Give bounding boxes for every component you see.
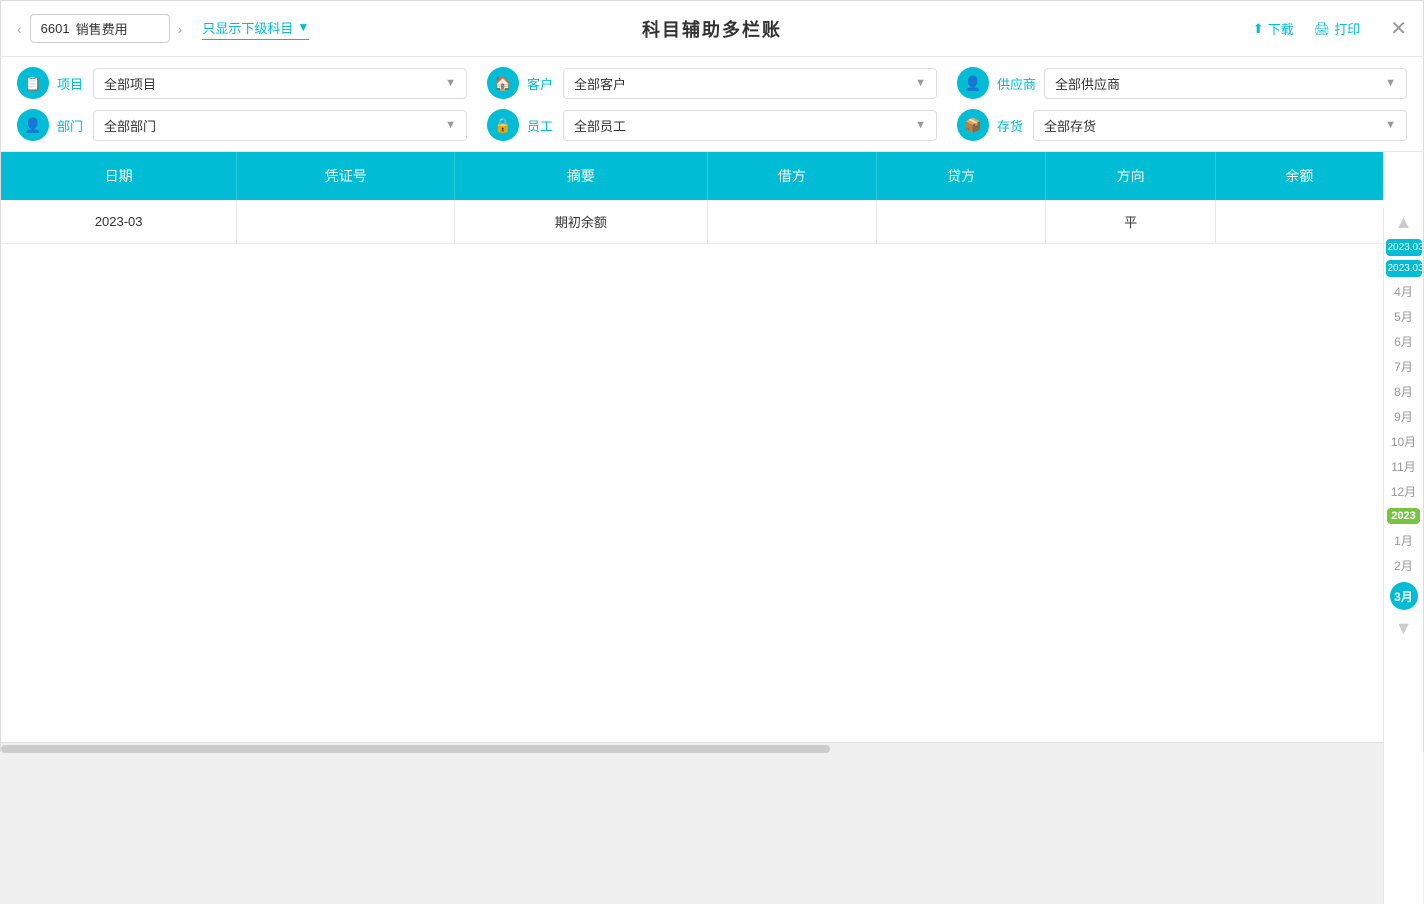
timeline-item-10[interactable]: 12月 xyxy=(1386,479,1422,504)
supplier-label: 供应商 xyxy=(997,74,1036,93)
show-sub-toggle[interactable]: 只显示下级科目 ▼ xyxy=(202,18,309,40)
department-label: 部门 xyxy=(57,116,85,135)
supplier-value: 全部供应商 xyxy=(1055,74,1120,93)
header-actions: ⬆ 下载 🖨 打印 ✕ xyxy=(1253,16,1407,41)
account-name: 销售费用 xyxy=(76,19,128,38)
customer-icon: 🏠 xyxy=(487,67,519,99)
timeline-item-1[interactable]: 2023.03 xyxy=(1386,260,1422,277)
filter-row-1: 📋 项目 全部项目 ▼ 🏠 客户 全部客户 ▼ 👤 供应商 xyxy=(17,67,1407,99)
timeline-up-arrow[interactable]: ▲ xyxy=(1395,208,1413,237)
inventory-select[interactable]: 全部存货 ▼ xyxy=(1033,110,1407,141)
print-label: 打印 xyxy=(1334,19,1360,38)
timeline-item-3[interactable]: 5月 xyxy=(1386,304,1422,329)
timeline-item-0[interactable]: 2023.03 xyxy=(1386,239,1422,256)
cell-direction: 平 xyxy=(1046,200,1215,244)
filter-item-inventory: 📦 存货 全部存货 ▼ xyxy=(957,109,1407,141)
timeline-item-13[interactable]: 2月 xyxy=(1386,553,1422,578)
department-value: 全部部门 xyxy=(104,116,156,135)
timeline-down-arrow[interactable]: ▼ xyxy=(1395,614,1413,643)
horizontal-scrollbar[interactable] xyxy=(1,742,1383,754)
cell-date: 2023-03 xyxy=(1,200,237,244)
filter-bar: 📋 项目 全部项目 ▼ 🏠 客户 全部客户 ▼ 👤 供应商 xyxy=(1,57,1423,152)
supplier-icon: 👤 xyxy=(957,67,989,99)
supplier-chevron-icon: ▼ xyxy=(1385,77,1396,89)
cell-balance xyxy=(1215,200,1383,244)
inventory-label: 存货 xyxy=(997,116,1025,135)
timeline-item-8[interactable]: 10月 xyxy=(1386,429,1422,454)
col-direction: 方向 xyxy=(1046,152,1215,200)
project-chevron-icon: ▼ xyxy=(445,77,456,89)
download-button[interactable]: ⬆ 下载 xyxy=(1253,19,1294,38)
filter-item-employee: 🔒 员工 全部员工 ▼ xyxy=(487,109,937,141)
timeline-sidebar: ▲ 2023.03 2023.03 4月5月6月7月8月9月10月11月12月 202… xyxy=(1383,208,1423,904)
timeline-item-7[interactable]: 9月 xyxy=(1386,404,1422,429)
page-title: 科目辅助多栏账 xyxy=(642,16,782,42)
timeline-item-14[interactable]: 3月 xyxy=(1390,582,1418,610)
department-select[interactable]: 全部部门 ▼ xyxy=(93,110,467,141)
project-select[interactable]: 全部项目 ▼ xyxy=(93,68,467,99)
project-label: 项目 xyxy=(57,74,85,93)
table-row: 2023-03 期初余额 平 xyxy=(1,200,1383,244)
cell-voucher xyxy=(237,200,455,244)
col-voucher: 凭证号 xyxy=(237,152,455,200)
cell-credit xyxy=(876,200,1045,244)
header: ‹ 6601 销售费用 › 只显示下级科目 ▼ 科目辅助多栏账 ⬆ 下载 🖨 打… xyxy=(1,1,1423,57)
employee-label: 员工 xyxy=(527,116,555,135)
next-account-arrow[interactable]: › xyxy=(178,21,183,37)
timeline-item-12[interactable]: 1月 xyxy=(1386,528,1422,553)
timeline-item-11[interactable]: 2023 xyxy=(1387,508,1419,524)
customer-chevron-icon: ▼ xyxy=(915,77,926,89)
download-label: 下载 xyxy=(1268,19,1294,38)
col-debit: 借方 xyxy=(707,152,876,200)
department-chevron-icon: ▼ xyxy=(445,119,456,131)
employee-icon: 🔒 xyxy=(487,109,519,141)
close-button[interactable]: ✕ xyxy=(1390,16,1407,41)
timeline-item-5[interactable]: 7月 xyxy=(1386,354,1422,379)
col-balance: 余额 xyxy=(1215,152,1383,200)
cell-debit xyxy=(707,200,876,244)
customer-label: 客户 xyxy=(527,74,555,93)
inventory-value: 全部存货 xyxy=(1044,116,1096,135)
print-button[interactable]: 🖨 打印 xyxy=(1314,19,1361,38)
filter-item-department: 👤 部门 全部部门 ▼ xyxy=(17,109,467,141)
show-sub-label: 只显示下级科目 xyxy=(202,18,293,37)
timeline-item-9[interactable]: 11月 xyxy=(1386,454,1422,479)
print-icon: 🖨 xyxy=(1314,21,1331,37)
timeline-item-6[interactable]: 8月 xyxy=(1386,379,1422,404)
col-credit: 贷方 xyxy=(876,152,1045,200)
table-header-row: 日期 凭证号 摘要 借方 贷方 方向 余额 xyxy=(1,152,1383,200)
download-icon: ⬆ xyxy=(1253,21,1264,37)
cell-summary: 期初余额 xyxy=(455,200,707,244)
customer-select[interactable]: 全部客户 ▼ xyxy=(563,68,937,99)
employee-value: 全部员工 xyxy=(574,116,626,135)
main-table: 日期 凭证号 摘要 借方 贷方 方向 余额 2023-03 期初余额 平 xyxy=(1,152,1383,244)
timeline-item-2[interactable]: 4月 xyxy=(1386,279,1422,304)
col-summary: 摘要 xyxy=(455,152,707,200)
department-icon: 👤 xyxy=(17,109,49,141)
customer-value: 全部客户 xyxy=(574,74,626,93)
show-sub-chevron-icon: ▼ xyxy=(297,20,309,34)
filter-item-project: 📋 项目 全部项目 ▼ xyxy=(17,67,467,99)
project-value: 全部项目 xyxy=(104,74,156,93)
account-selector[interactable]: 6601 销售费用 xyxy=(30,14,170,43)
employee-chevron-icon: ▼ xyxy=(915,119,926,131)
prev-account-arrow[interactable]: ‹ xyxy=(17,21,22,37)
col-date: 日期 xyxy=(1,152,237,200)
account-code: 6601 xyxy=(41,21,70,36)
timeline-item-4[interactable]: 6月 xyxy=(1386,329,1422,354)
account-nav: ‹ 6601 销售费用 › xyxy=(17,14,182,43)
employee-select[interactable]: 全部员工 ▼ xyxy=(563,110,937,141)
filter-row-2: 👤 部门 全部部门 ▼ 🔒 员工 全部员工 ▼ 📦 存货 xyxy=(17,109,1407,141)
supplier-select[interactable]: 全部供应商 ▼ xyxy=(1044,68,1407,99)
filter-item-customer: 🏠 客户 全部客户 ▼ xyxy=(487,67,937,99)
filter-item-supplier: 👤 供应商 全部供应商 ▼ xyxy=(957,67,1407,99)
inventory-icon: 📦 xyxy=(957,109,989,141)
inventory-chevron-icon: ▼ xyxy=(1385,119,1396,131)
project-icon: 📋 xyxy=(17,67,49,99)
